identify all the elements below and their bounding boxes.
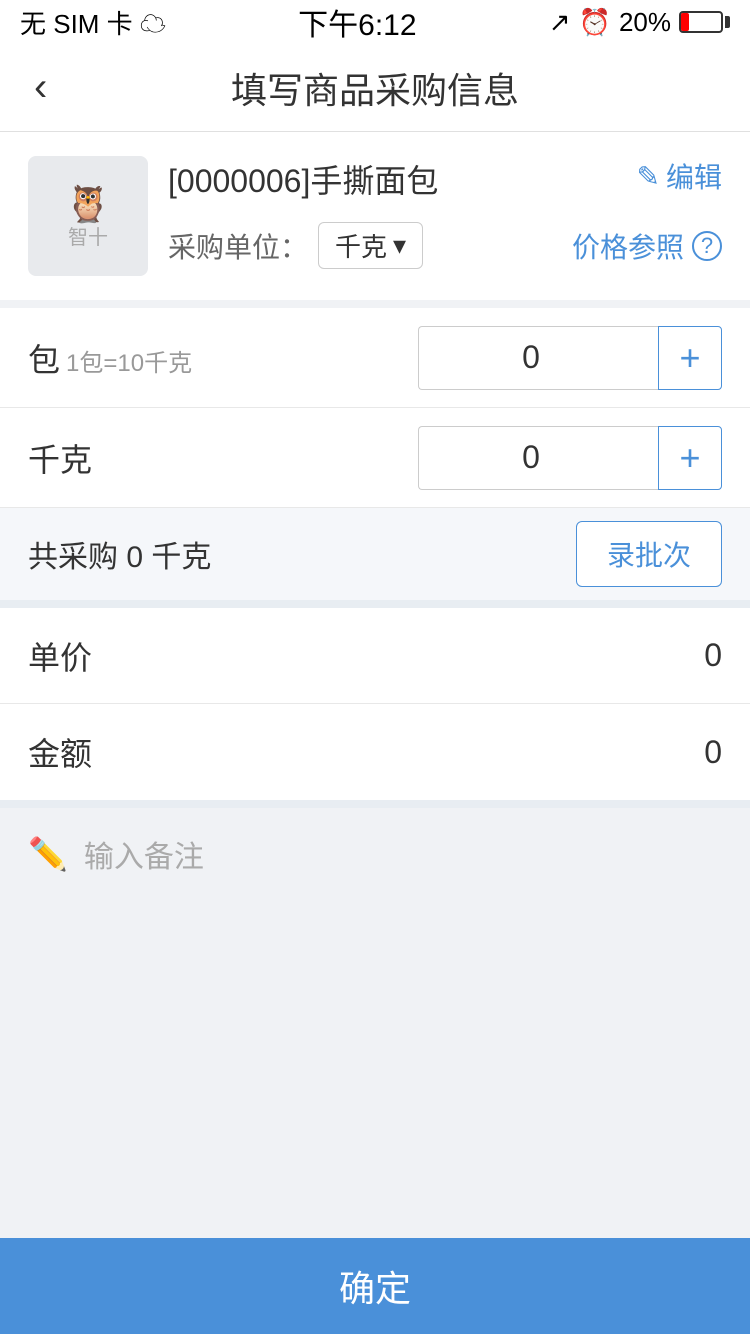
- quantity-section: 包1包=10千克 + 千克 +: [0, 308, 750, 508]
- signal-text: 无 SIM 卡 ☁: [20, 4, 166, 41]
- price-ref-label: 价格参照: [572, 226, 684, 266]
- quantity-plus-bag[interactable]: +: [658, 326, 722, 390]
- product-info: [0000006]手撕面包 ✎ 编辑 采购单位： 千克 ▾ 价格参照 ?: [168, 156, 722, 269]
- price-row-amount: 金额 0: [0, 704, 750, 800]
- dropdown-icon: ▾: [393, 230, 406, 261]
- summary-unit: 千克: [151, 541, 211, 574]
- unit-select[interactable]: 千克 ▾: [318, 222, 423, 269]
- battery-icon: [679, 11, 730, 33]
- purchase-unit-label: 采购单位：: [168, 226, 308, 266]
- summary-row: 共采购 0 千克 录批次: [0, 508, 750, 608]
- unit-value: 千克: [335, 227, 387, 264]
- edit-icon: ✎: [637, 160, 660, 193]
- status-left: 无 SIM 卡 ☁: [20, 4, 166, 41]
- quantity-input-wrap-bag: +: [192, 326, 722, 390]
- product-logo: 🦉 智十: [66, 182, 111, 249]
- quantity-row-kg: 千克 +: [0, 408, 750, 508]
- amount-label: 金额: [28, 729, 92, 775]
- quantity-row-bag: 包1包=10千克 +: [0, 308, 750, 408]
- amount-value: 0: [704, 734, 722, 771]
- unit-price-value: 0: [704, 637, 722, 674]
- quantity-plus-kg[interactable]: +: [658, 426, 722, 490]
- status-right: ↗ ⏰ 20%: [549, 7, 730, 38]
- note-placeholder: 输入备注: [84, 832, 204, 876]
- info-icon: ?: [692, 231, 722, 261]
- edit-button[interactable]: ✎ 编辑: [637, 156, 722, 196]
- unit-price-label: 单价: [28, 633, 92, 679]
- location-icon: ↗: [549, 7, 571, 38]
- purchase-unit-row: 采购单位： 千克 ▾ 价格参照 ?: [168, 222, 722, 269]
- quantity-input-bag[interactable]: [418, 326, 658, 390]
- price-section: 单价 0 金额 0: [0, 608, 750, 808]
- product-name-row: [0000006]手撕面包 ✎ 编辑: [168, 156, 722, 202]
- quantity-label-kg: 千克: [28, 435, 168, 481]
- quantity-label-bag: 包1包=10千克: [28, 335, 192, 381]
- alarm-icon: ⏰: [579, 7, 611, 38]
- status-bar: 无 SIM 卡 ☁ 下午6:12 ↗ ⏰ 20%: [0, 0, 750, 44]
- price-row-unit: 单价 0: [0, 608, 750, 704]
- confirm-button-label: 确定: [339, 1260, 411, 1312]
- battery-text: 20%: [619, 7, 671, 38]
- summary-amount: 0: [126, 541, 151, 574]
- price-ref-button[interactable]: 价格参照 ?: [572, 226, 722, 266]
- summary-text: 共采购 0 千克: [28, 532, 211, 576]
- back-button[interactable]: ‹: [24, 55, 57, 120]
- product-name: [0000006]手撕面包: [168, 156, 438, 202]
- record-batch-button[interactable]: 录批次: [576, 521, 722, 587]
- edit-label: 编辑: [666, 156, 722, 196]
- quantity-input-kg[interactable]: [418, 426, 658, 490]
- quantity-input-wrap-kg: +: [168, 426, 722, 490]
- product-image: 🦉 智十: [28, 156, 148, 276]
- status-time: 下午6:12: [298, 0, 416, 44]
- page-title: 填写商品采购信息: [231, 62, 519, 114]
- pencil-icon: ✏️: [28, 835, 68, 873]
- note-section[interactable]: ✏️ 输入备注: [0, 808, 750, 900]
- summary-prefix: 共采购: [28, 541, 118, 574]
- product-card: 🦉 智十 [0000006]手撕面包 ✎ 编辑 采购单位： 千克 ▾ 价格参照 …: [0, 132, 750, 308]
- confirm-button[interactable]: 确定: [0, 1238, 750, 1334]
- quantity-sublabel-bag: 1包=10千克: [66, 350, 192, 377]
- nav-bar: ‹ 填写商品采购信息: [0, 44, 750, 132]
